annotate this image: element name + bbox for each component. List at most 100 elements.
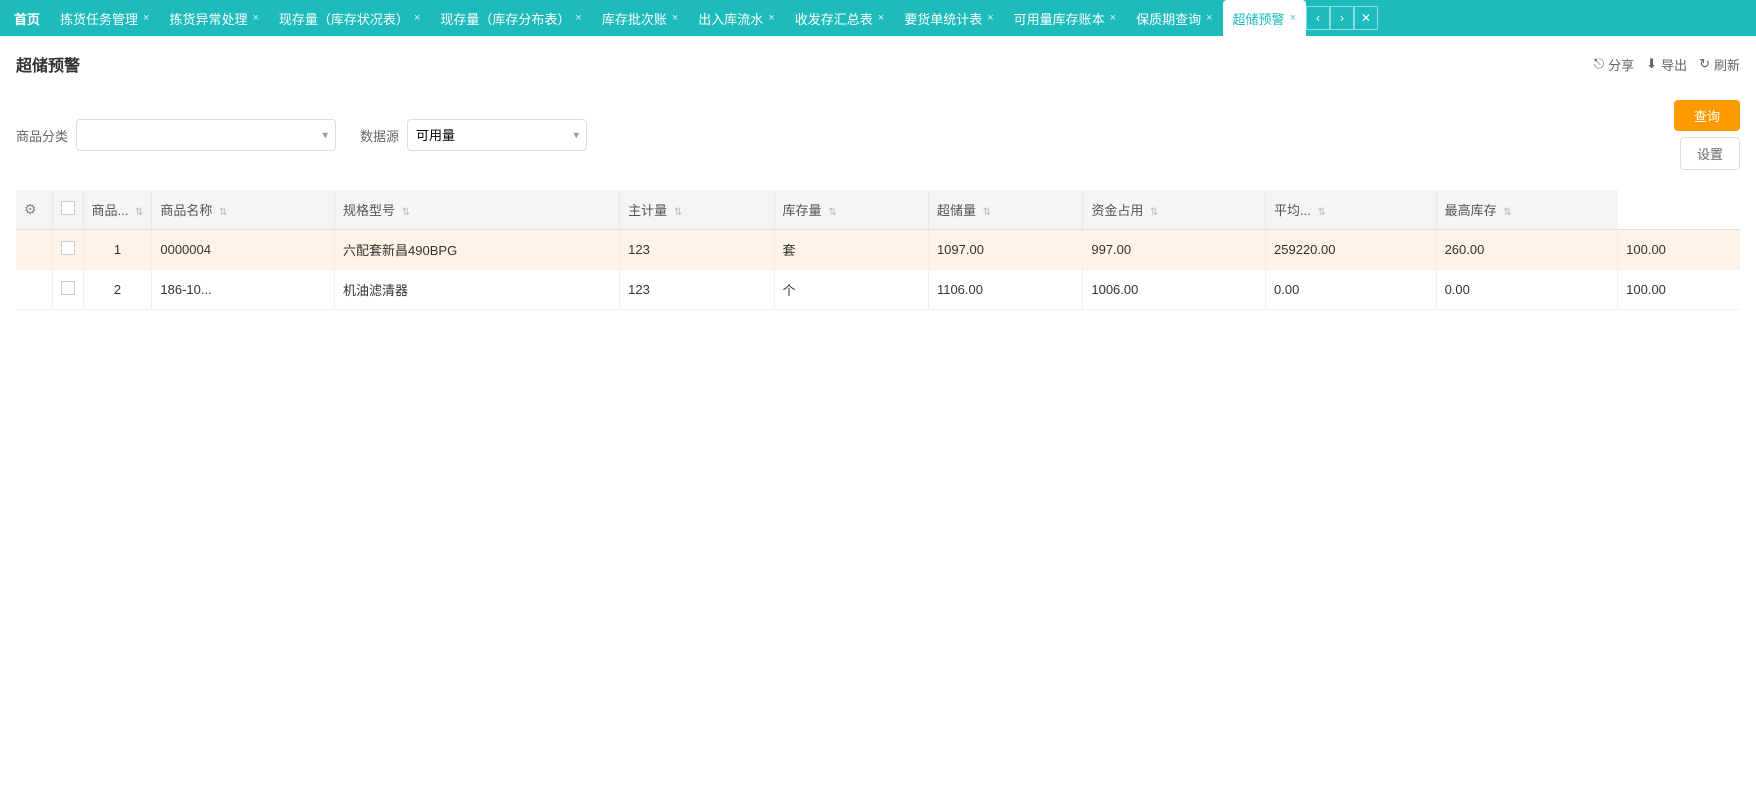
header-actions: ⎋ 分享 ⬇ 导出 ↻ 刷新 [1594,55,1740,74]
nav-inventory-status[interactable]: 现存量（库存状况表） × [269,0,430,36]
row-checkbox-cell [52,230,83,270]
col-unit-header: 主计量 ⇅ [620,190,774,230]
row-overstock: 997.00 [1083,230,1266,270]
row-overstock: 1006.00 [1083,270,1266,310]
row-unit: 个 [774,270,928,310]
row-index: 1 [83,230,152,270]
sort-maxstock-icon[interactable]: ⇅ [1503,207,1511,218]
refresh-icon: ↻ [1699,56,1710,72]
column-settings-icon[interactable]: ⚙ [24,201,37,217]
table-row: 2 186-10... 机油滤清器 123 个 1106.00 1006.00 … [16,270,1740,310]
close-inout-flow[interactable]: × [768,12,774,24]
category-filter: 商品分类 ▾ [16,119,336,151]
close-collect-summary[interactable]: × [878,12,884,24]
sort-avg-icon[interactable]: ⇅ [1318,207,1326,218]
sort-overstock-icon[interactable]: ⇅ [983,207,991,218]
col-name-header: 商品名称 ⇅ [152,190,335,230]
datasource-select[interactable]: 可用量 库存量 [407,119,587,151]
nav-collect-summary[interactable]: 收发存汇总表 × [785,0,894,36]
row-name: 六配套新昌490BPG [335,230,620,270]
close-order-stat[interactable]: × [987,12,993,24]
row-settings-cell [16,270,52,310]
row-unit: 套 [774,230,928,270]
col-settings-header: ⚙ [16,190,52,230]
close-available-account[interactable]: × [1110,12,1116,24]
table-row: 1 0000004 六配套新昌490BPG 123 套 1097.00 997.… [16,230,1740,270]
nav-inventory-dist[interactable]: 现存量（库存分布表） × [430,0,591,36]
row-checkbox[interactable] [61,281,75,295]
share-icon: ⎋ [1594,56,1604,72]
row-code: 0000004 [152,230,335,270]
row-name: 机油滤清器 [335,270,620,310]
row-capital: 259220.00 [1266,230,1437,270]
category-select-wrapper: ▾ [76,119,336,151]
nav-task-mgmt[interactable]: 拣货任务管理 × [50,0,159,36]
col-capital-header: 资金占用 ⇅ [1083,190,1266,230]
row-spec: 123 [620,230,774,270]
row-code: 186-10... [152,270,335,310]
sort-code-icon[interactable]: ⇅ [135,207,143,218]
sort-capital-icon[interactable]: ⇅ [1150,207,1158,218]
row-spec: 123 [620,270,774,310]
close-batch-account[interactable]: × [672,12,678,24]
export-icon: ⬇ [1646,56,1657,72]
close-quality-check[interactable]: × [1206,12,1212,24]
nav-home[interactable]: 首页 [4,0,50,36]
row-maxstock: 100.00 [1618,270,1740,310]
refresh-button[interactable]: ↻ 刷新 [1699,55,1740,74]
export-button[interactable]: ⬇ 导出 [1646,55,1687,74]
col-stock-header: 库存量 ⇅ [774,190,928,230]
topbar: 首页 拣货任务管理 × 拣货异常处理 × 现存量（库存状况表） × 现存量（库存… [0,0,1756,36]
nav-next-button[interactable]: › [1330,6,1354,30]
sort-name-icon[interactable]: ⇅ [219,207,227,218]
col-spec-header: 规格型号 ⇅ [335,190,620,230]
settings-button[interactable]: 设置 [1680,137,1740,170]
nav-overstock[interactable]: 超储预警 × [1223,0,1306,36]
sort-unit-icon[interactable]: ⇅ [674,207,682,218]
row-avg: 260.00 [1436,230,1618,270]
query-button[interactable]: 查询 [1674,100,1740,131]
nav-quality-check[interactable]: 保质期查询 × [1126,0,1222,36]
col-maxstock-header: 最高库存 ⇅ [1436,190,1618,230]
row-avg: 0.00 [1436,270,1618,310]
nav-close-all-button[interactable]: ✕ [1354,6,1378,30]
category-label: 商品分类 [16,126,68,145]
select-all-checkbox[interactable] [61,201,75,215]
content-wrapper: 超储预警 ⎋ 分享 ⬇ 导出 ↻ 刷新 商品分类 [16,52,1740,310]
datasource-filter: 数据源 可用量 库存量 ▾ [360,119,587,151]
datasource-label: 数据源 [360,126,399,145]
row-index: 2 [83,270,152,310]
row-settings-cell [16,230,52,270]
nav-available-account[interactable]: 可用量库存账本 × [1004,0,1126,36]
table-header-row: ⚙ 商品... ⇅ 商品名称 ⇅ 规格型号 ⇅ [16,190,1740,230]
sort-stock-icon[interactable]: ⇅ [828,207,836,218]
col-checkbox-header [52,190,83,230]
page-header: 超储预警 ⎋ 分享 ⬇ 导出 ↻ 刷新 [16,52,1740,76]
row-checkbox[interactable] [61,241,75,255]
nav-inout-flow[interactable]: 出入库流水 × [688,0,784,36]
nav-batch-account[interactable]: 库存批次账 × [592,0,688,36]
data-table: ⚙ 商品... ⇅ 商品名称 ⇅ 规格型号 ⇅ [16,190,1740,310]
datasource-select-wrapper: 可用量 库存量 ▾ [407,119,587,151]
close-overstock[interactable]: × [1290,12,1296,24]
category-select[interactable] [76,119,336,151]
row-stock: 1106.00 [928,270,1082,310]
share-button[interactable]: ⎋ 分享 [1594,55,1634,74]
main-content: 超储预警 ⎋ 分享 ⬇ 导出 ↻ 刷新 商品分类 [0,36,1756,800]
row-maxstock: 100.00 [1618,230,1740,270]
page-title: 超储预警 [16,52,80,76]
nav-order-stat[interactable]: 要货单统计表 × [894,0,1003,36]
close-abnormal[interactable]: × [252,12,258,24]
nav-prev-button[interactable]: ‹ [1306,6,1330,30]
sort-spec-icon[interactable]: ⇅ [402,207,410,218]
nav-abnormal[interactable]: 拣货异常处理 × [159,0,268,36]
close-task-mgmt[interactable]: × [143,12,149,24]
close-inventory-dist[interactable]: × [575,12,581,24]
row-checkbox-cell [52,270,83,310]
col-overstock-header: 超储量 ⇅ [928,190,1082,230]
row-capital: 0.00 [1266,270,1437,310]
close-inventory-status[interactable]: × [414,12,420,24]
col-code-header: 商品... ⇅ [83,190,152,230]
col-avg-header: 平均... ⇅ [1266,190,1437,230]
filter-row: 商品分类 ▾ 数据源 可用量 库存量 ▾ [16,92,1740,178]
